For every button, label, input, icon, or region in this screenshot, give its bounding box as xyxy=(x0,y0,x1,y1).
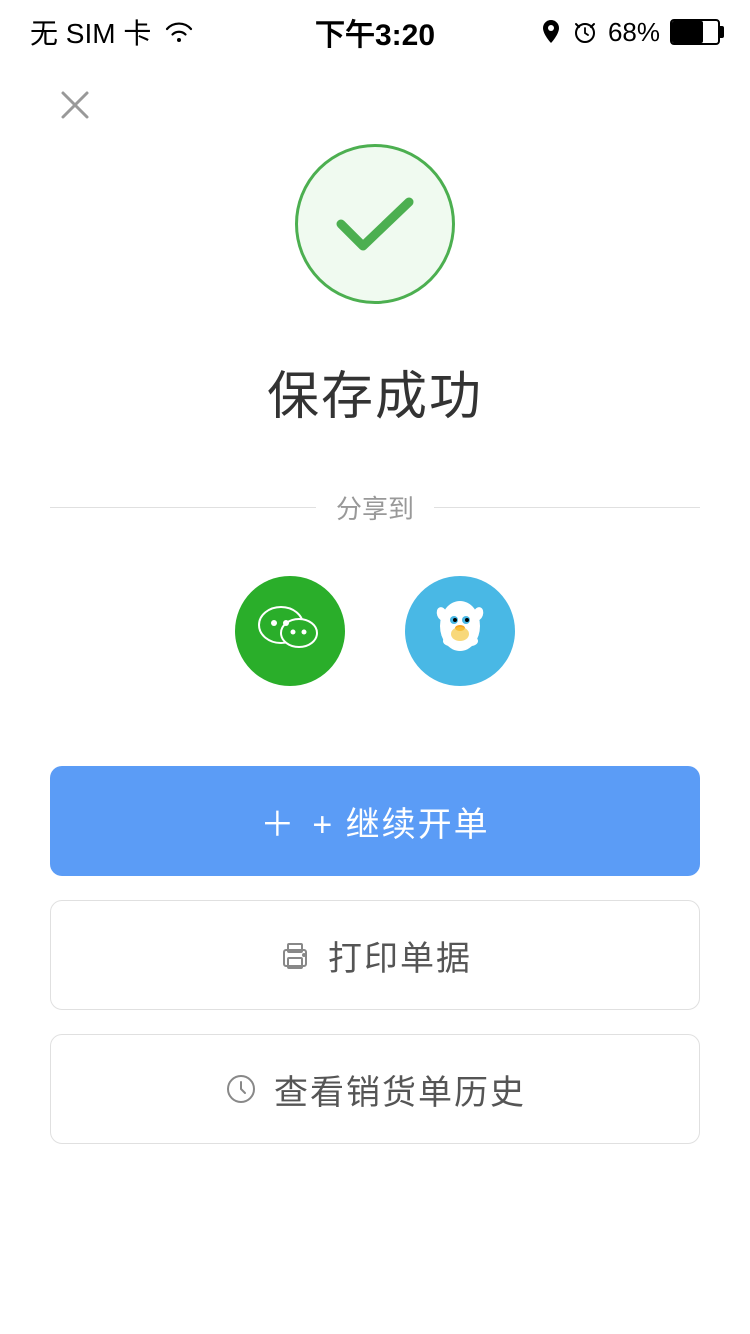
print-icon xyxy=(278,938,312,972)
status-right: 68% xyxy=(540,17,720,48)
print-label: 打印单据 xyxy=(328,931,472,980)
status-time: 下午3:20 xyxy=(315,10,435,54)
status-bar: 无 SIM 卡 下午3:20 68% xyxy=(0,0,750,64)
share-label: 分享到 xyxy=(336,489,414,526)
action-buttons: ＋ + 继续开单 打印单据 查看销货单历史 xyxy=(0,766,750,1144)
wechat-share-button[interactable] xyxy=(235,576,345,686)
divider-line-left xyxy=(50,507,316,508)
continue-icon: ＋ xyxy=(260,797,296,846)
status-left: 无 SIM 卡 xyxy=(30,12,195,52)
battery-text: 68% xyxy=(608,17,660,48)
divider-line-right xyxy=(434,507,700,508)
wifi-icon xyxy=(163,20,195,44)
success-indicator xyxy=(295,144,455,304)
main-content: 保存成功 分享到 xyxy=(0,64,750,1144)
share-section: 分享到 xyxy=(0,489,750,686)
battery-icon xyxy=(670,19,720,45)
wechat-icon xyxy=(255,601,325,661)
history-button[interactable]: 查看销货单历史 xyxy=(50,1034,700,1144)
alarm-icon xyxy=(572,19,598,45)
share-icons xyxy=(50,576,700,686)
qq-icon xyxy=(428,596,493,666)
carrier-text: 无 SIM 卡 xyxy=(30,12,151,52)
history-icon xyxy=(224,1072,258,1106)
print-button[interactable]: 打印单据 xyxy=(50,900,700,1010)
success-title: 保存成功 xyxy=(267,354,483,429)
checkmark-icon xyxy=(335,194,415,254)
location-icon xyxy=(540,19,562,45)
qq-share-button[interactable] xyxy=(405,576,515,686)
history-label: 查看销货单历史 xyxy=(274,1065,526,1114)
close-button[interactable] xyxy=(50,80,100,130)
continue-button[interactable]: ＋ + 继续开单 xyxy=(50,766,700,876)
divider-row: 分享到 xyxy=(50,489,700,526)
continue-label: + 继续开单 xyxy=(312,797,489,846)
